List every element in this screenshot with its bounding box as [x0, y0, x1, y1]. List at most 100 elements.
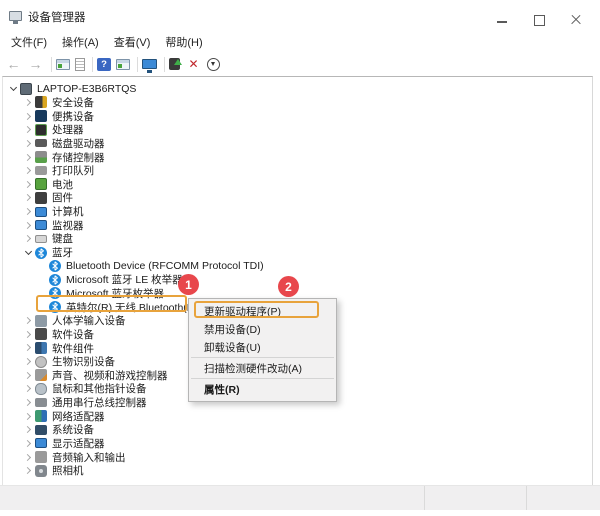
tree-item[interactable]: 显示适配器	[3, 437, 591, 451]
audio-io-icon	[35, 451, 47, 464]
taskbar-strip	[0, 485, 600, 510]
menu-separator	[191, 357, 334, 358]
system-devices-icon	[35, 424, 47, 435]
menu-help[interactable]: 帮助(H)	[162, 32, 205, 52]
biometric-devices-icon	[35, 355, 47, 368]
bluetooth-icon	[49, 273, 61, 286]
menu-action[interactable]: 操作(A)	[59, 32, 102, 52]
toolbar-separator	[164, 56, 165, 72]
tree-item[interactable]: 安全设备	[3, 96, 591, 110]
chevron-right-icon[interactable]	[22, 195, 35, 200]
chevron-right-icon[interactable]	[22, 359, 35, 364]
tree-item-label: 蓝牙	[52, 247, 73, 260]
context-menu-item[interactable]: 更新驱动程序(P)	[189, 302, 336, 320]
device-manager-icon	[9, 11, 22, 24]
chevron-right-icon[interactable]	[22, 332, 35, 337]
tree-item[interactable]: 网络适配器	[3, 409, 591, 423]
step2-badge: 2	[278, 276, 299, 297]
monitors-icon	[35, 220, 47, 231]
chevron-right-icon[interactable]	[22, 209, 35, 214]
tree-item[interactable]: 音频输入和输出	[3, 450, 591, 464]
mice-icon	[35, 382, 47, 395]
chevron-down-icon[interactable]	[7, 85, 20, 92]
firmware-icon	[35, 191, 47, 204]
tree-item[interactable]: 电池	[3, 177, 591, 191]
chevron-right-icon[interactable]	[22, 318, 35, 323]
chevron-right-icon[interactable]	[22, 182, 35, 187]
chevron-right-icon[interactable]	[22, 236, 35, 241]
bluetooth-icon	[49, 260, 61, 273]
keyboards-icon	[35, 234, 47, 243]
export-list-icon[interactable]	[75, 57, 85, 71]
chevron-right-icon[interactable]	[22, 100, 35, 105]
disk-drives-icon	[35, 139, 47, 148]
uninstall-device-icon[interactable]	[185, 56, 202, 73]
context-menu: 更新驱动程序(P) 禁用设备(D) 卸载设备(U) 扫描检测硬件改动(A) 属性(R)	[188, 298, 337, 402]
tree-item[interactable]: 处理器	[3, 123, 591, 137]
hid-icon	[35, 314, 47, 327]
menu-file[interactable]: 文件(F)	[8, 32, 50, 52]
menu-separator	[191, 378, 334, 379]
console-properties-icon[interactable]	[116, 58, 130, 70]
chevron-down-icon[interactable]	[22, 249, 35, 256]
back-icon[interactable]	[5, 56, 22, 73]
processors-icon	[35, 123, 47, 136]
chevron-right-icon[interactable]	[22, 427, 35, 432]
chevron-right-icon[interactable]	[22, 414, 35, 419]
toolbar-separator	[92, 56, 93, 72]
tree-item[interactable]: 存储控制器	[3, 150, 591, 164]
close-icon[interactable]	[566, 12, 586, 28]
print-queues-icon	[35, 166, 47, 176]
tree-item[interactable]: 计算机	[3, 205, 591, 219]
tree-item[interactable]: 磁盘驱动器	[3, 137, 591, 151]
taskbar-segment[interactable]	[424, 486, 526, 510]
tree-item[interactable]: 固件	[3, 191, 591, 205]
software-devices-icon	[35, 328, 47, 341]
context-menu-item[interactable]: 属性(R)	[189, 380, 336, 398]
tree-item[interactable]: 系统设备	[3, 423, 591, 437]
chevron-right-icon[interactable]	[22, 114, 35, 119]
console-window-icon[interactable]	[56, 58, 70, 70]
chevron-right-icon[interactable]	[22, 373, 35, 378]
chevron-right-icon[interactable]	[22, 155, 35, 160]
tree-item[interactable]: 键盘	[3, 232, 591, 246]
chevron-right-icon[interactable]	[22, 141, 35, 146]
chevron-right-icon[interactable]	[22, 168, 35, 173]
computer-icon	[35, 206, 47, 217]
minimize-icon[interactable]	[492, 12, 512, 28]
toolbar-separator	[137, 56, 138, 72]
title-bar: 设备管理器	[0, 0, 600, 32]
cameras-icon	[35, 464, 47, 477]
maximize-icon[interactable]	[529, 12, 549, 28]
tree-item-label: 照相机	[52, 465, 84, 478]
update-driver-icon[interactable]	[169, 58, 182, 70]
tree-item[interactable]: 照相机	[3, 464, 591, 478]
window-title: 设备管理器	[28, 12, 86, 24]
chevron-right-icon[interactable]	[22, 455, 35, 460]
forward-icon[interactable]	[27, 56, 44, 73]
tree-item[interactable]: 便携设备	[3, 109, 591, 123]
chevron-right-icon[interactable]	[22, 386, 35, 391]
menu-view[interactable]: 查看(V)	[111, 32, 154, 52]
context-menu-item[interactable]: 卸载设备(U)	[189, 338, 336, 356]
chevron-right-icon[interactable]	[22, 468, 35, 473]
help-icon[interactable]	[97, 57, 111, 71]
context-menu-item[interactable]: 扫描检测硬件改动(A)	[189, 359, 336, 377]
tree-item[interactable]: 打印队列	[3, 164, 591, 178]
chevron-right-icon[interactable]	[22, 127, 35, 132]
software-components-icon	[35, 341, 47, 354]
tree-item[interactable]: 蓝牙	[3, 246, 591, 260]
tree-item[interactable]: Bluetooth Device (RFCOMM Protocol TDI)	[3, 259, 591, 273]
tree-item[interactable]: 监视器	[3, 218, 591, 232]
tree-item[interactable]: LAPTOP-E3B6RTQS	[3, 82, 591, 96]
taskbar-segment[interactable]	[526, 486, 600, 510]
chevron-right-icon[interactable]	[22, 223, 35, 228]
chevron-right-icon[interactable]	[22, 345, 35, 350]
scan-hardware-changes-icon[interactable]	[207, 57, 220, 71]
devices-by-type-icon[interactable]	[142, 59, 157, 73]
context-menu-item[interactable]: 禁用设备(D)	[189, 320, 336, 338]
chevron-right-icon[interactable]	[22, 400, 35, 405]
chevron-right-icon[interactable]	[22, 441, 35, 446]
display-adapters-icon	[35, 438, 47, 449]
security-devices-icon	[35, 96, 47, 109]
